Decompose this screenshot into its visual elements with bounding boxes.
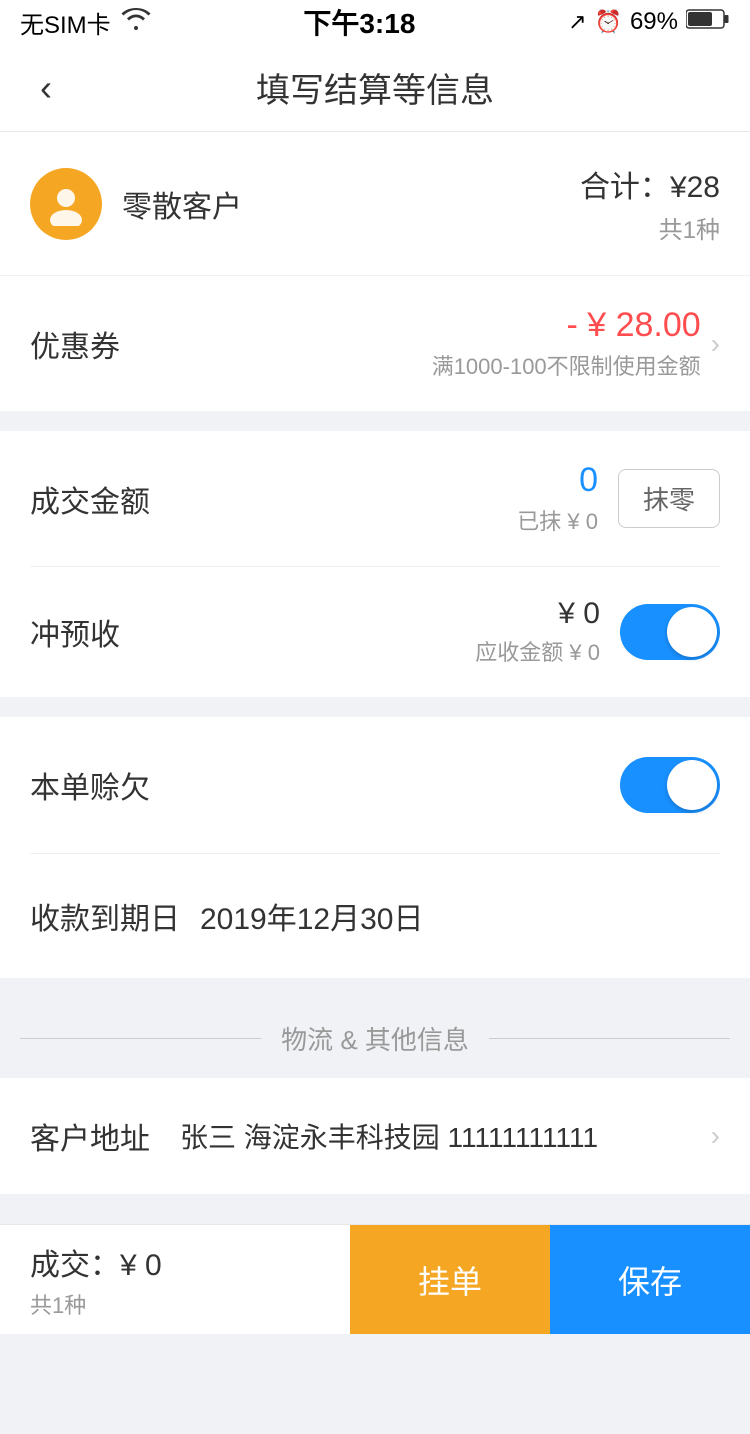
status-right: ↗ ⏰ 69% xyxy=(568,8,730,37)
coupon-row[interactable]: 优惠券 - ¥ 28.00 满1000-100不限制使用金额 › xyxy=(0,275,750,411)
status-time: 下午3:18 xyxy=(303,2,415,42)
debit-row: 本单赊欠 xyxy=(30,717,720,854)
due-date-row: 收款到期日 2019年12月30日 xyxy=(30,854,720,978)
footer-deal: 成交：¥ 0 xyxy=(30,1240,320,1284)
customer-section: 零散客户 合计：¥28 共1种 优惠券 - ¥ 28.00 满1000-100不… xyxy=(0,132,750,411)
back-button[interactable]: ‹ xyxy=(30,57,62,119)
deal-label: 成交金额 xyxy=(30,477,150,521)
prereceive-toggle[interactable] xyxy=(620,604,720,660)
round-zero-button[interactable]: 抹零 xyxy=(618,469,720,528)
deal-amount-row: 成交金额 0 已抹 ¥ 0 抹零 xyxy=(30,431,720,567)
total-value: ¥28 xyxy=(670,171,720,204)
divider-line-right xyxy=(489,1038,730,1039)
prereceive-amount-wrapper: ¥ 0 应收金额 ¥ 0 xyxy=(475,597,600,667)
logistics-title: 物流 & 其他信息 xyxy=(281,1020,469,1057)
location-icon: ↗ xyxy=(568,9,586,35)
logistics-header: 物流 & 其他信息 xyxy=(0,998,750,1078)
coupon-value: - ¥ 28.00 xyxy=(432,306,701,345)
footer-count: 共1种 xyxy=(30,1288,320,1320)
address-value: 张三 海淀永丰科技园 11111111111 xyxy=(180,1116,711,1156)
due-date-value: 2019年12月30日 xyxy=(200,894,423,938)
alarm-icon: ⏰ xyxy=(595,9,622,35)
total-label: 合计： xyxy=(580,171,670,204)
prereceive-amount: ¥ 0 xyxy=(475,597,600,631)
no-sim-label: 无SIM卡 xyxy=(20,5,111,40)
footer-info: 成交：¥ 0 共1种 xyxy=(0,1225,350,1334)
prereceive-label: 冲预收 xyxy=(30,610,120,654)
deal-sub: 已抹 ¥ 0 xyxy=(517,504,598,536)
due-date-label: 收款到期日 xyxy=(30,894,180,938)
customer-total: 合计：¥28 共1种 xyxy=(580,162,720,245)
debit-label: 本单赊欠 xyxy=(30,763,150,807)
coupon-desc: 满1000-100不限制使用金额 xyxy=(432,349,701,381)
deal-right: 0 已抹 ¥ 0 抹零 xyxy=(517,461,720,536)
deal-amount-wrapper: 0 已抹 ¥ 0 xyxy=(517,461,598,536)
chevron-right-icon: › xyxy=(711,328,720,360)
toggle-circle xyxy=(667,607,717,657)
coupon-right: - ¥ 28.00 满1000-100不限制使用金额 › xyxy=(432,306,720,381)
deal-amount: 0 xyxy=(517,461,598,500)
deal-section: 成交金额 0 已抹 ¥ 0 抹零 冲预收 ¥ 0 应收金额 ¥ 0 xyxy=(0,431,750,697)
prereceive-sub: 应收金额 ¥ 0 xyxy=(475,635,600,667)
address-label: 客户地址 xyxy=(30,1114,150,1158)
coupon-value-wrapper: - ¥ 28.00 满1000-100不限制使用金额 xyxy=(432,306,701,381)
prereceive-right: ¥ 0 应收金额 ¥ 0 xyxy=(475,597,720,667)
debit-toggle[interactable] xyxy=(620,757,720,813)
battery-icon xyxy=(686,8,730,37)
debit-section: 本单赊欠 收款到期日 2019年12月30日 xyxy=(0,717,750,978)
address-chevron-icon: › xyxy=(711,1120,720,1152)
wifi-icon xyxy=(121,8,151,37)
footer-deal-label: 成交： xyxy=(30,1249,120,1282)
total-amount: 合计：¥28 xyxy=(580,162,720,206)
status-bar: 无SIM卡 下午3:18 ↗ ⏰ 69% xyxy=(0,0,750,44)
address-row[interactable]: 客户地址 张三 海淀永丰科技园 11111111111 › xyxy=(30,1078,720,1194)
customer-row: 零散客户 合计：¥28 共1种 xyxy=(0,132,750,275)
prereceive-row: 冲预收 ¥ 0 应收金额 ¥ 0 xyxy=(30,567,720,697)
customer-name: 零散客户 xyxy=(122,182,242,226)
footer: 成交：¥ 0 共1种 挂单 保存 xyxy=(0,1224,750,1334)
save-button[interactable]: 保存 xyxy=(550,1225,750,1334)
page-title: 填写结算等信息 xyxy=(256,63,494,112)
footer-deal-amount: ¥ 0 xyxy=(120,1249,162,1282)
total-count: 共1种 xyxy=(580,210,720,245)
battery-label: 69% xyxy=(630,8,678,36)
hold-button[interactable]: 挂单 xyxy=(350,1225,550,1334)
divider-line-left xyxy=(20,1038,261,1039)
nav-bar: ‹ 填写结算等信息 xyxy=(0,44,750,132)
address-section: 客户地址 张三 海淀永丰科技园 11111111111 › xyxy=(0,1078,750,1194)
debit-toggle-circle xyxy=(667,760,717,810)
avatar xyxy=(30,168,102,240)
status-left: 无SIM卡 xyxy=(20,5,151,40)
coupon-label: 优惠券 xyxy=(30,322,120,366)
customer-info: 零散客户 xyxy=(30,168,242,240)
